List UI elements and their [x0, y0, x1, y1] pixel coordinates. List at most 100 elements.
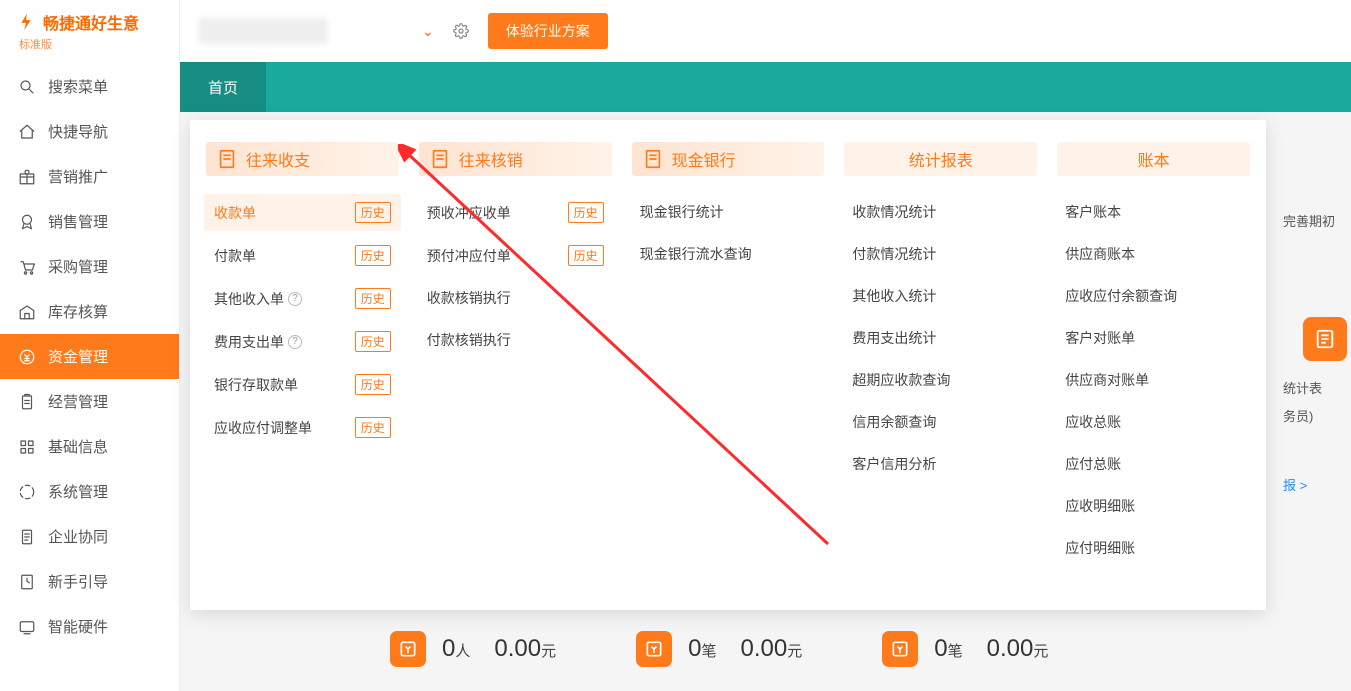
- sidebar-item-label: 销售管理: [48, 211, 108, 232]
- tab-bar: 首页: [180, 62, 1351, 112]
- mega-item-4-4[interactable]: 供应商对账单: [1055, 362, 1252, 398]
- mega-item-label: 其他收入单 ?: [214, 289, 302, 309]
- mega-item-3-0[interactable]: 收款情况统计: [842, 194, 1039, 230]
- sidebar-item-4[interactable]: 采购管理: [0, 244, 179, 289]
- mega-item-label: 付款情况统计: [852, 244, 936, 264]
- sidebar-item-0[interactable]: 搜索菜单: [0, 64, 179, 109]
- brand-name: 畅捷通好生意: [43, 10, 139, 34]
- mega-item-label: 银行存取款单: [214, 375, 298, 395]
- help-icon[interactable]: ?: [288, 292, 302, 306]
- cta-button[interactable]: 体验行业方案: [488, 13, 608, 49]
- history-badge[interactable]: 历史: [355, 331, 391, 352]
- mega-item-label: 应收明细账: [1065, 496, 1135, 516]
- sidebar-item-label: 企业协同: [48, 526, 108, 547]
- history-badge[interactable]: 历史: [355, 202, 391, 223]
- mega-col-header: 往来收支: [206, 142, 399, 176]
- stat-2: 0笔0.00元: [882, 631, 1048, 667]
- mega-item-4-1[interactable]: 供应商账本: [1055, 236, 1252, 272]
- mega-item-3-1[interactable]: 付款情况统计: [842, 236, 1039, 272]
- mega-item-label: 现金银行统计: [640, 202, 724, 222]
- peek-text: 统计表: [1283, 375, 1347, 404]
- mega-item-2-0[interactable]: 现金银行统计: [630, 194, 827, 230]
- mega-col-4: 账本客户账本供应商账本应收应付余额查询客户对账单供应商对账单应收总账应付总账应收…: [1047, 142, 1260, 588]
- mega-item-label: 应收总账: [1065, 412, 1121, 432]
- mega-item-0-2[interactable]: 其他收入单 ? 历史: [204, 280, 401, 317]
- mega-item-0-5[interactable]: 应收应付调整单历史: [204, 409, 401, 446]
- history-badge[interactable]: 历史: [355, 417, 391, 438]
- gear-icon[interactable]: [448, 18, 474, 44]
- sidebar-item-2[interactable]: 营销推广: [0, 154, 179, 199]
- mega-item-3-5[interactable]: 信用余额查询: [842, 404, 1039, 440]
- mega-item-label: 收款核销执行: [427, 288, 511, 308]
- loading-icon: [18, 483, 36, 501]
- sidebar-item-10[interactable]: 企业协同: [0, 514, 179, 559]
- sidebar-item-12[interactable]: 智能硬件: [0, 604, 179, 649]
- mega-item-1-1[interactable]: 预付冲应付单 历史: [417, 237, 614, 274]
- mega-item-0-3[interactable]: 费用支出单 ?历史: [204, 323, 401, 360]
- mega-item-label: 预付冲应付单: [427, 246, 511, 266]
- mega-item-3-2[interactable]: 其他收入统计: [842, 278, 1039, 314]
- chevron-down-icon[interactable]: ⌄: [422, 23, 434, 40]
- sidebar-item-7[interactable]: 经营管理: [0, 379, 179, 424]
- mega-item-3-4[interactable]: 超期应收款查询: [842, 362, 1039, 398]
- history-badge[interactable]: 历史: [355, 245, 391, 266]
- sidebar-item-1[interactable]: 快捷导航: [0, 109, 179, 154]
- mega-col-title: 现金银行: [672, 147, 736, 171]
- doc-icon: [216, 148, 238, 170]
- mega-item-label: 收款情况统计: [852, 202, 936, 222]
- history-badge[interactable]: 历史: [568, 245, 604, 266]
- mega-item-3-3[interactable]: 费用支出统计: [842, 320, 1039, 356]
- stat-1: 0笔0.00元: [636, 631, 802, 667]
- brand-sub: 标准版: [19, 36, 164, 52]
- mega-item-3-6[interactable]: 客户信用分析: [842, 446, 1039, 482]
- mega-item-1-2[interactable]: 收款核销执行: [417, 280, 614, 316]
- mega-item-4-3[interactable]: 客户对账单: [1055, 320, 1252, 356]
- stat-icon: [390, 631, 426, 667]
- sidebar-item-5[interactable]: 库存核算: [0, 289, 179, 334]
- clipboard-icon: [18, 393, 36, 411]
- mega-item-4-8[interactable]: 应付明细账: [1055, 530, 1252, 566]
- mega-item-label: 信用余额查询: [852, 412, 936, 432]
- peek-text: 务员): [1283, 403, 1347, 432]
- mega-item-label: 供应商账本: [1065, 244, 1135, 264]
- peek-link[interactable]: 报 >: [1283, 472, 1347, 501]
- mega-item-label: 超期应收款查询: [852, 370, 950, 390]
- mega-item-label: 收款单: [214, 203, 256, 223]
- peek-icon[interactable]: [1303, 317, 1347, 361]
- stat-0: 0人0.00元: [390, 631, 556, 667]
- mega-item-4-0[interactable]: 客户账本: [1055, 194, 1252, 230]
- tab-home[interactable]: 首页: [180, 62, 266, 112]
- badge-icon: [18, 213, 36, 231]
- sidebar-item-3[interactable]: 销售管理: [0, 199, 179, 244]
- mega-col-header: 账本: [1057, 142, 1250, 176]
- mega-item-4-6[interactable]: 应付总账: [1055, 446, 1252, 482]
- help-icon[interactable]: ?: [288, 335, 302, 349]
- sidebar-item-6[interactable]: 资金管理: [0, 334, 179, 379]
- mega-item-1-3[interactable]: 付款核销执行: [417, 322, 614, 358]
- stats-row: 0人0.00元 0笔0.00元 0笔0.00元: [390, 631, 1331, 667]
- history-badge[interactable]: 历史: [355, 288, 391, 309]
- history-badge[interactable]: 历史: [568, 202, 604, 223]
- sidebar-item-8[interactable]: 基础信息: [0, 424, 179, 469]
- mega-item-0-0[interactable]: 收款单 历史: [204, 194, 401, 231]
- mega-item-2-1[interactable]: 现金银行流水查询: [630, 236, 827, 272]
- sidebar-item-label: 基础信息: [48, 436, 108, 457]
- mega-col-title: 往来核销: [459, 147, 523, 171]
- peek-text: 完善期初: [1283, 208, 1347, 237]
- org-name-blurred: [198, 18, 328, 44]
- mega-item-4-7[interactable]: 应收明细账: [1055, 488, 1252, 524]
- sidebar-item-label: 新手引导: [48, 571, 108, 592]
- mega-item-0-4[interactable]: 银行存取款单 历史: [204, 366, 401, 403]
- sidebar-item-9[interactable]: 系统管理: [0, 469, 179, 514]
- warehouse-icon: [18, 303, 36, 321]
- sidebar-item-11[interactable]: 新手引导: [0, 559, 179, 604]
- mega-item-label: 客户对账单: [1065, 328, 1135, 348]
- sidebar-item-label: 搜索菜单: [48, 76, 108, 97]
- mega-item-0-1[interactable]: 付款单历史: [204, 237, 401, 274]
- mega-item-1-0[interactable]: 预收冲应收单历史: [417, 194, 614, 231]
- mega-item-label: 应付总账: [1065, 454, 1121, 474]
- history-badge[interactable]: 历史: [355, 374, 391, 395]
- mega-item-4-5[interactable]: 应收总账: [1055, 404, 1252, 440]
- mega-item-4-2[interactable]: 应收应付余额查询: [1055, 278, 1252, 314]
- mega-col-title: 统计报表: [909, 147, 973, 171]
